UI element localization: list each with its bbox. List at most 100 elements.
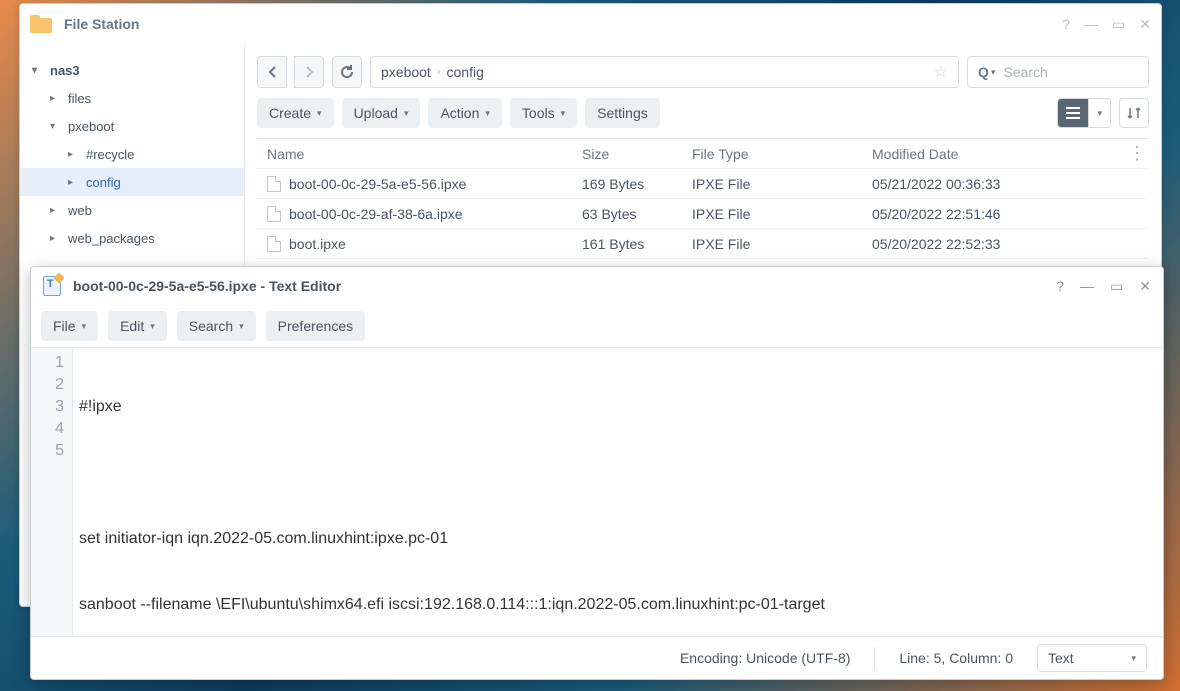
file-size: 169 Bytes <box>582 176 692 192</box>
table-row[interactable]: boot.ipxe 161 Bytes IPXE File 05/20/2022… <box>257 229 1149 259</box>
breadcrumb[interactable]: pxeboot › config ☆ <box>370 56 959 88</box>
file-menu-label: File <box>53 318 76 334</box>
file-type: IPXE File <box>692 236 872 252</box>
tree-item-label: web <box>68 203 92 218</box>
text-editor-icon <box>43 276 61 296</box>
settings-label: Settings <box>597 105 648 121</box>
text-editor-window: boot-00-0c-29-5a-e5-56.ipxe - Text Edito… <box>30 266 1164 680</box>
status-position: Line: 5, Column: 0 <box>899 650 1013 666</box>
reload-button[interactable] <box>332 56 362 88</box>
tree-item-recycle[interactable]: ▸ #recycle <box>20 140 244 168</box>
chevron-down-icon[interactable]: ▾ <box>991 67 996 78</box>
tree-item-label: web_packages <box>68 231 155 246</box>
search-menu[interactable]: Search▾ <box>177 311 256 341</box>
tools-label: Tools <box>522 105 555 121</box>
close-icon[interactable]: ✕ <box>1139 16 1151 33</box>
code-line: sanboot --filename \EFI\ubuntu\shimx64.e… <box>79 594 1157 616</box>
col-name[interactable]: Name <box>257 146 582 162</box>
table-row[interactable]: boot-00-0c-29-5a-e5-56.ipxe 169 Bytes IP… <box>257 169 1149 199</box>
code-line: #!ipxe <box>79 396 1157 418</box>
chevron-right-icon <box>305 66 314 78</box>
help-icon[interactable]: ? <box>1056 278 1064 295</box>
edit-menu[interactable]: Edit ▾ <box>108 311 167 341</box>
tree-item-pxeboot[interactable]: ▾ pxeboot <box>20 112 244 140</box>
action-label: Action <box>440 105 479 121</box>
search-box[interactable]: Q ▾ <box>967 56 1149 88</box>
tools-button[interactable]: Tools▾ <box>510 98 577 128</box>
maximize-icon[interactable]: ▭ <box>1110 278 1123 295</box>
chevron-down-icon[interactable]: ▾ <box>32 65 44 76</box>
table-row[interactable]: boot-00-0c-29-af-38-6a.ipxe 63 Bytes IPX… <box>257 199 1149 229</box>
nav-forward-button[interactable] <box>294 56 324 88</box>
tree-root[interactable]: ▾ nas3 <box>20 56 244 84</box>
tree-item-files[interactable]: ▸ files <box>20 84 244 112</box>
list-view-icon[interactable] <box>1058 99 1088 127</box>
file-type: IPXE File <box>692 176 872 192</box>
breadcrumb-seg[interactable]: pxeboot <box>381 64 431 80</box>
folder-icon <box>30 15 52 33</box>
reload-icon <box>339 64 355 80</box>
file-name: boot-00-0c-29-af-38-6a.ipxe <box>289 206 463 222</box>
text-editor-titlebar[interactable]: boot-00-0c-29-5a-e5-56.ipxe - Text Edito… <box>31 267 1163 305</box>
file-station-titlebar[interactable]: File Station ? — ▭ ✕ <box>20 4 1161 44</box>
chevron-down-icon[interactable]: ▾ <box>1088 99 1110 127</box>
file-station-title: File Station <box>64 16 1062 32</box>
search-icon: Q <box>978 64 989 80</box>
preferences-button[interactable]: Preferences <box>266 311 365 341</box>
tree-item-config[interactable]: ▸ config <box>20 168 244 196</box>
close-icon[interactable]: ✕ <box>1139 278 1151 295</box>
view-mode-toggle[interactable]: ▾ <box>1057 98 1111 128</box>
settings-button[interactable]: Settings <box>585 98 660 128</box>
chevron-down-icon: ▾ <box>404 108 409 119</box>
file-size: 63 Bytes <box>582 206 692 222</box>
file-icon <box>267 206 281 222</box>
col-modified[interactable]: Modified Date <box>872 146 1125 162</box>
text-editor-menubar: File ▾ Edit ▾ Search▾ Preferences <box>31 305 1163 347</box>
chevron-right-icon[interactable]: ▸ <box>50 233 62 244</box>
action-button[interactable]: Action▾ <box>428 98 501 128</box>
editor-area[interactable]: 12345 #!ipxe set initiator-iqn iqn.2022-… <box>31 347 1163 637</box>
chevron-down-icon: ▾ <box>239 321 244 332</box>
syntax-mode-select[interactable]: Text ▾ <box>1037 644 1147 672</box>
chevron-left-icon <box>268 66 277 78</box>
minimize-icon[interactable]: — <box>1080 278 1094 295</box>
favorite-star-icon[interactable]: ☆ <box>934 62 948 82</box>
file-type: IPXE File <box>692 206 872 222</box>
divider <box>874 647 875 669</box>
tree-item-web[interactable]: ▸ web <box>20 196 244 224</box>
edit-menu-label: Edit <box>120 318 144 334</box>
tree-item-label: files <box>68 91 91 106</box>
file-modified: 05/21/2022 00:36:33 <box>872 176 1149 192</box>
upload-button[interactable]: Upload▾ <box>342 98 421 128</box>
chevron-down-icon: ▾ <box>150 321 155 332</box>
maximize-icon[interactable]: ▭ <box>1112 16 1125 33</box>
tree-item-web-packages[interactable]: ▸ web_packages <box>20 224 244 252</box>
breadcrumb-seg[interactable]: config <box>447 64 484 80</box>
col-size[interactable]: Size <box>582 146 692 162</box>
col-type[interactable]: File Type <box>692 146 872 162</box>
chevron-right-icon: › <box>437 66 441 78</box>
code-content[interactable]: #!ipxe set initiator-iqn iqn.2022-05.com… <box>73 348 1163 636</box>
file-icon <box>267 236 281 252</box>
sort-button[interactable] <box>1119 98 1149 128</box>
text-editor-title: boot-00-0c-29-5a-e5-56.ipxe - Text Edito… <box>73 278 1056 294</box>
create-button[interactable]: Create▾ <box>257 98 334 128</box>
chevron-right-icon[interactable]: ▸ <box>68 177 80 188</box>
chevron-down-icon: ▾ <box>317 108 322 119</box>
tree-item-label: #recycle <box>86 147 134 162</box>
chevron-down-icon: ▾ <box>82 321 87 332</box>
chevron-down-icon: ▾ <box>1131 653 1136 664</box>
column-options-icon[interactable]: ⋮ <box>1125 143 1149 164</box>
file-menu[interactable]: File ▾ <box>41 311 98 341</box>
tree-item-label: config <box>86 175 121 190</box>
chevron-right-icon[interactable]: ▸ <box>50 93 62 104</box>
nav-back-button[interactable] <box>257 56 287 88</box>
file-name: boot-00-0c-29-5a-e5-56.ipxe <box>289 176 466 192</box>
tree-item-label: pxeboot <box>68 119 114 134</box>
help-icon[interactable]: ? <box>1062 16 1070 33</box>
search-input[interactable] <box>1003 64 1180 80</box>
minimize-icon[interactable]: — <box>1084 16 1098 33</box>
chevron-right-icon[interactable]: ▸ <box>68 149 80 160</box>
chevron-right-icon[interactable]: ▸ <box>50 205 62 216</box>
chevron-down-icon[interactable]: ▾ <box>50 121 62 132</box>
